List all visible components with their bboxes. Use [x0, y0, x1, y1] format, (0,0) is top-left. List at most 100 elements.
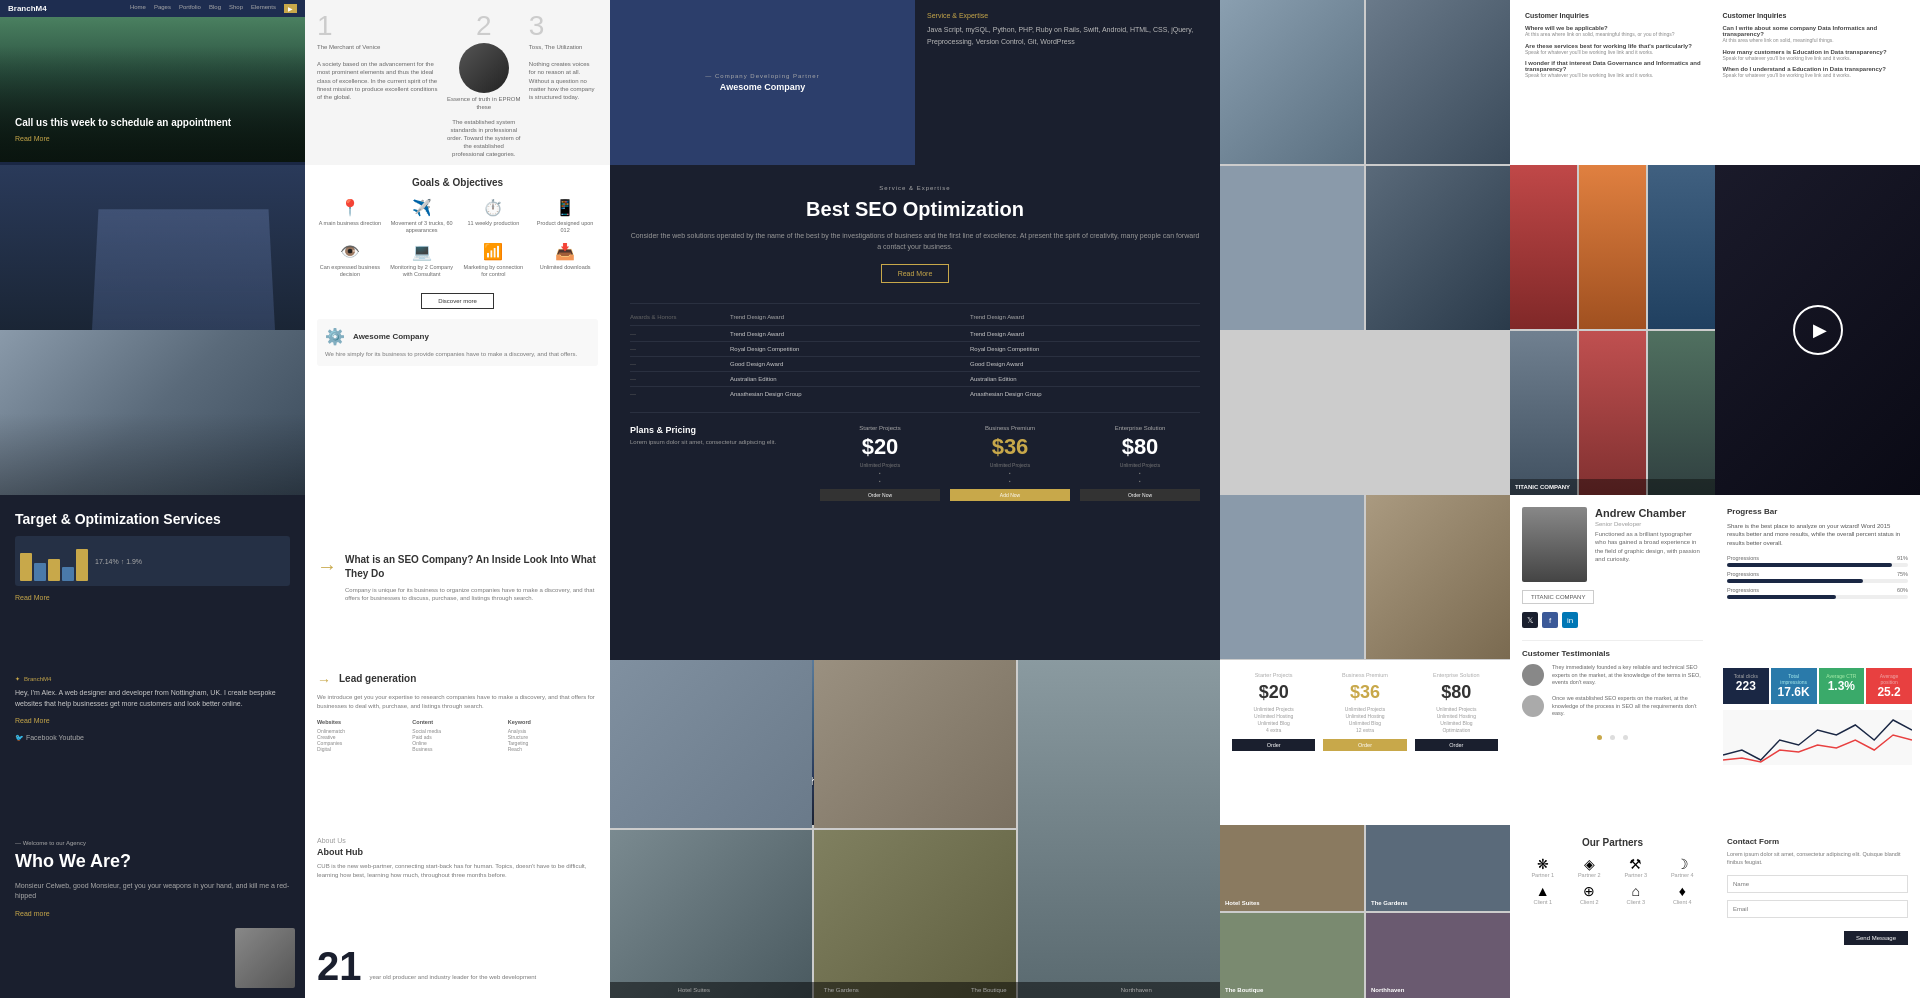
goal-icon-6: 💻: [389, 242, 455, 261]
chart-bar-4: [62, 567, 74, 581]
target-cta[interactable]: Read More: [15, 594, 290, 601]
pb-val-1: 91%: [1897, 555, 1908, 561]
nav-home[interactable]: Home: [130, 4, 146, 13]
wp-order1-btn[interactable]: Order: [1232, 739, 1315, 751]
partner-name-4: Partner 4: [1662, 872, 1704, 878]
panel-team-images: [1220, 0, 1510, 330]
pb-title: Progress Bar: [1727, 507, 1908, 516]
hero-cta[interactable]: Read More: [15, 135, 290, 142]
caption-cell-1: Hotel Suites: [1220, 825, 1364, 911]
plan2-btn[interactable]: Add Now: [950, 489, 1070, 501]
nav-elements[interactable]: Elements: [251, 4, 276, 13]
alex-logo: ✦: [15, 675, 20, 682]
testimonials-title: Customer Testimonials: [1522, 649, 1703, 658]
faq-a4: At this area where link on solid, meanin…: [1723, 37, 1906, 44]
plan1-btn[interactable]: Order Now: [820, 489, 940, 501]
faq-q5: How many customers is Education in Data …: [1723, 49, 1906, 55]
nav-shop[interactable]: Shop: [229, 4, 243, 13]
client-icon-4: ♦: [1662, 883, 1704, 899]
team-member-6: [1648, 331, 1715, 495]
faq-a1: At this area where link on solid, meanin…: [1525, 31, 1708, 38]
award-row5-col2: Anasthesian Design Group: [970, 391, 1200, 397]
partner-name-3: Partner 3: [1615, 872, 1657, 878]
gallery-cell-1: [1220, 495, 1364, 659]
wp-plan1-name: Starter Projects: [1232, 672, 1315, 678]
plan1-f2: ▪: [820, 470, 940, 476]
faq-a2: Speak for whatever you'll be working liv…: [1525, 49, 1708, 56]
goal-label-7: Marketing by connection for control: [461, 264, 527, 278]
testimonial-dot-1: [1597, 735, 1602, 740]
goal-label-3: 11 weekly production: [461, 220, 527, 227]
award-row1-col1: Trend Design Award: [730, 331, 960, 337]
plan3-btn[interactable]: Order Now: [1080, 489, 1200, 501]
nav-pages[interactable]: Pages: [154, 4, 171, 13]
wp-order3-btn[interactable]: Order: [1415, 739, 1498, 751]
panel-map-placeholder: [1715, 825, 1920, 998]
who-cta[interactable]: Read more: [15, 910, 290, 917]
panel-seo: Service & Expertise Best SEO Optimizatio…: [610, 165, 1220, 660]
pricing-title-inner: Plans & Pricing: [630, 425, 810, 435]
pb-val-3: 60%: [1897, 587, 1908, 593]
who-title: Who We Are?: [15, 851, 290, 873]
plan2-f2: ▪: [950, 470, 1070, 476]
team-member-3: [1648, 165, 1715, 329]
wp-plan1-features: Unlimited ProjectsUnlimited HostingUnlim…: [1232, 706, 1315, 734]
testimonial-avatar-2: [1522, 695, 1544, 717]
lead-gen-title: What is an SEO Company? An Inside Look I…: [345, 553, 598, 581]
award-row5-label: —: [630, 391, 720, 397]
wp-plan2-features: Unlimited ProjectsUnlimited HostingUnlim…: [1323, 706, 1406, 734]
plan2-f3: ▪: [950, 478, 1070, 484]
skills-label: Service & Expertise: [927, 12, 1208, 19]
panel-company-dark: — Company Developing Partner Awesome Com…: [610, 0, 915, 165]
award-col2-header: Trend Design Award: [970, 314, 1200, 320]
client-icon-1: ▲: [1522, 883, 1564, 899]
pb-desc: Share is the best place to analyze on yo…: [1727, 522, 1908, 547]
goal-icon-2: ✈️: [389, 198, 455, 217]
partner-1: ❋ Partner 1: [1522, 856, 1564, 878]
social-twitter-icon[interactable]: 𝕏: [1522, 612, 1538, 628]
alex-cta[interactable]: Read More: [15, 717, 290, 724]
client-3: ⌂ Client 3: [1615, 883, 1657, 905]
award-row4-label: —: [630, 376, 720, 382]
plan3-name: Enterprise Solution: [1080, 425, 1200, 431]
team-company-label: TITANIC COMPANY: [1515, 484, 1710, 490]
hero-schedule-title: Call us this week to schedule an appoint…: [15, 116, 290, 130]
kw-col1-header: Websites: [317, 719, 407, 725]
stat-position-label: Average position: [1871, 673, 1907, 685]
pb-track-1: [1727, 563, 1908, 567]
play-icon: ▶: [1813, 319, 1827, 341]
panel-tech-skills: Service & Expertise Java Script, mySQL, …: [915, 0, 1220, 165]
nav-cta[interactable]: ▶: [284, 4, 297, 13]
social-facebook-icon[interactable]: f: [1542, 612, 1558, 628]
kw-col2-header: Content: [412, 719, 502, 725]
goal-icon-7: 📶: [461, 242, 527, 261]
seo-desc: Consider the web solutions operated by t…: [630, 230, 1200, 252]
panel-andrew-profile: Andrew Chamber Senior Developer Function…: [1510, 495, 1715, 825]
goal-label-2: Movement of 3 trucks, 60 appearances: [389, 220, 455, 234]
panel-office-strip: [0, 330, 305, 495]
stat-clicks: Total clicks 223: [1723, 668, 1769, 704]
caption-cell-2: The Gardens: [1366, 825, 1510, 911]
social-linkedin-icon[interactable]: in: [1562, 612, 1578, 628]
stat-position-value: 25.2: [1871, 685, 1907, 699]
wp-order2-btn[interactable]: Order: [1323, 739, 1406, 751]
skills-tech: Java Script, mySQL, Python, PHP, Ruby on…: [927, 24, 1208, 48]
team-member-2: [1579, 165, 1646, 329]
play-button[interactable]: ▶: [1793, 305, 1843, 355]
panel-analytics: Total clicks 223 Total impressions 17.6K…: [1715, 660, 1920, 825]
pb-val-2: 75%: [1897, 571, 1908, 577]
awesome-company-name: Awesome Company: [353, 332, 429, 341]
testimonial-text-1: They immediately founded a key reliable …: [1552, 664, 1703, 687]
client-1: ▲ Client 1: [1522, 883, 1564, 905]
about-number-label: year old producer and industry leader fo…: [370, 973, 537, 986]
stat-impressions-label: Total impressions: [1776, 673, 1812, 685]
plan1-price: $20: [820, 434, 940, 460]
nav-blog[interactable]: Blog: [209, 4, 221, 13]
nav-portfolio[interactable]: Portfolio: [179, 4, 201, 13]
team-member-4: [1510, 331, 1577, 495]
kw-col3-header: Keyword: [508, 719, 598, 725]
seo-cta[interactable]: Read More: [881, 264, 950, 283]
goals-discover-btn[interactable]: Discover more: [421, 293, 494, 309]
awesome-gear-icon: ⚙️: [325, 327, 345, 346]
panel-who-we-are: — Welcome to our Agency Who We Are? Mons…: [0, 825, 305, 998]
